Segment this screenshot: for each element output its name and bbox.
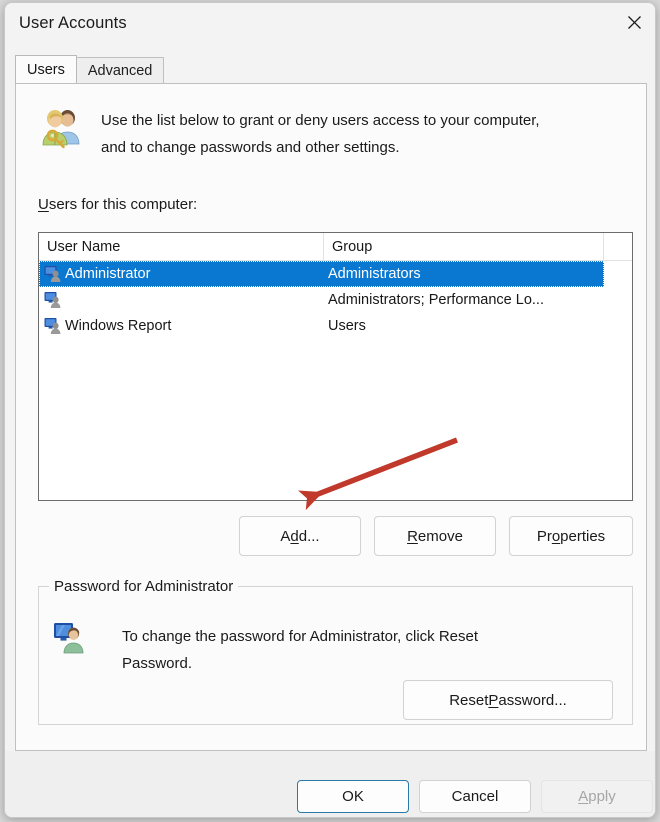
remove-button-label-accel: R [407, 528, 418, 545]
remove-button[interactable]: Remove [374, 516, 496, 556]
reset-password-label-pre: Reset [449, 692, 488, 709]
column-header-group-label: Group [332, 239, 372, 255]
column-header-user-name-label: User Name [47, 239, 120, 255]
apply-button: Apply [541, 780, 653, 813]
close-icon[interactable] [611, 3, 656, 41]
tab-strip: Users Advanced [15, 57, 164, 83]
cancel-button-label: Cancel [452, 788, 499, 805]
user-computer-icon [44, 291, 62, 309]
intro-line-2: and to change passwords and other settin… [101, 134, 611, 161]
tab-advanced[interactable]: Advanced [77, 57, 165, 83]
cell-group: Administrators; Performance Lo... [328, 292, 544, 308]
table-row[interactable]: Windows Report Users [39, 313, 632, 339]
cell-group: Administrators [328, 266, 421, 282]
password-group-title: Password for Administrator [49, 578, 238, 595]
column-header-spacer [604, 233, 632, 260]
users-key-icon [38, 103, 84, 149]
tab-advanced-label: Advanced [88, 63, 153, 79]
properties-button-label-accel: o [552, 528, 560, 545]
add-button-label-post: d... [299, 528, 320, 545]
apply-button-label-accel: A [578, 788, 588, 805]
cell-user-name: Windows Report [65, 318, 171, 334]
ok-button-label: OK [342, 788, 364, 805]
cell-group: Users [328, 318, 366, 334]
column-header-user-name[interactable]: User Name [39, 233, 324, 260]
users-list-label-rest: sers for this computer: [49, 196, 197, 213]
remove-button-label-post: emove [418, 528, 463, 545]
password-line-2: Password. [122, 650, 562, 677]
cell-user-name: Administrator [65, 266, 150, 282]
window-title: User Accounts [19, 14, 127, 33]
intro-line-1: Use the list below to grant or deny user… [101, 107, 611, 134]
ok-button[interactable]: OK [297, 780, 409, 813]
user-computer-icon [44, 317, 62, 335]
password-line-1: To change the password for Administrator… [122, 623, 562, 650]
properties-button-label-post: perties [560, 528, 605, 545]
tab-users-label: Users [27, 62, 65, 78]
title-bar[interactable]: User Accounts [5, 3, 656, 47]
add-button-label-pre: A [280, 528, 290, 545]
apply-button-label-post: pply [588, 788, 616, 805]
dialog-footer: OK Cancel Apply [5, 751, 656, 818]
user-computer-icon [44, 265, 62, 283]
add-button[interactable]: Add... [239, 516, 361, 556]
table-row[interactable]: Administrators; Performance Lo... [39, 287, 632, 313]
table-row[interactable]: Administrator Administrators [39, 261, 604, 287]
intro-description: Use the list below to grant or deny user… [101, 107, 611, 161]
column-header-group[interactable]: Group [324, 233, 604, 260]
add-button-label-accel: d [290, 528, 298, 545]
users-list-label-accel: U [38, 196, 49, 213]
users-list-label: Users for this computer: [38, 196, 197, 213]
reset-password-button[interactable]: Reset Password... [403, 680, 613, 720]
password-description: To change the password for Administrator… [122, 623, 562, 677]
users-list[interactable]: User Name Group Administrator Administra… [38, 232, 633, 501]
properties-button-label-pre: Pr [537, 528, 552, 545]
reset-password-label-post: assword... [498, 692, 566, 709]
reset-password-label-accel: P [488, 692, 498, 709]
user-password-icon [53, 621, 87, 655]
cancel-button[interactable]: Cancel [419, 780, 531, 813]
tab-users[interactable]: Users [15, 55, 77, 83]
properties-button[interactable]: Properties [509, 516, 633, 556]
user-accounts-dialog: User Accounts Users Advanced [4, 2, 656, 818]
list-header: User Name Group [39, 233, 632, 261]
